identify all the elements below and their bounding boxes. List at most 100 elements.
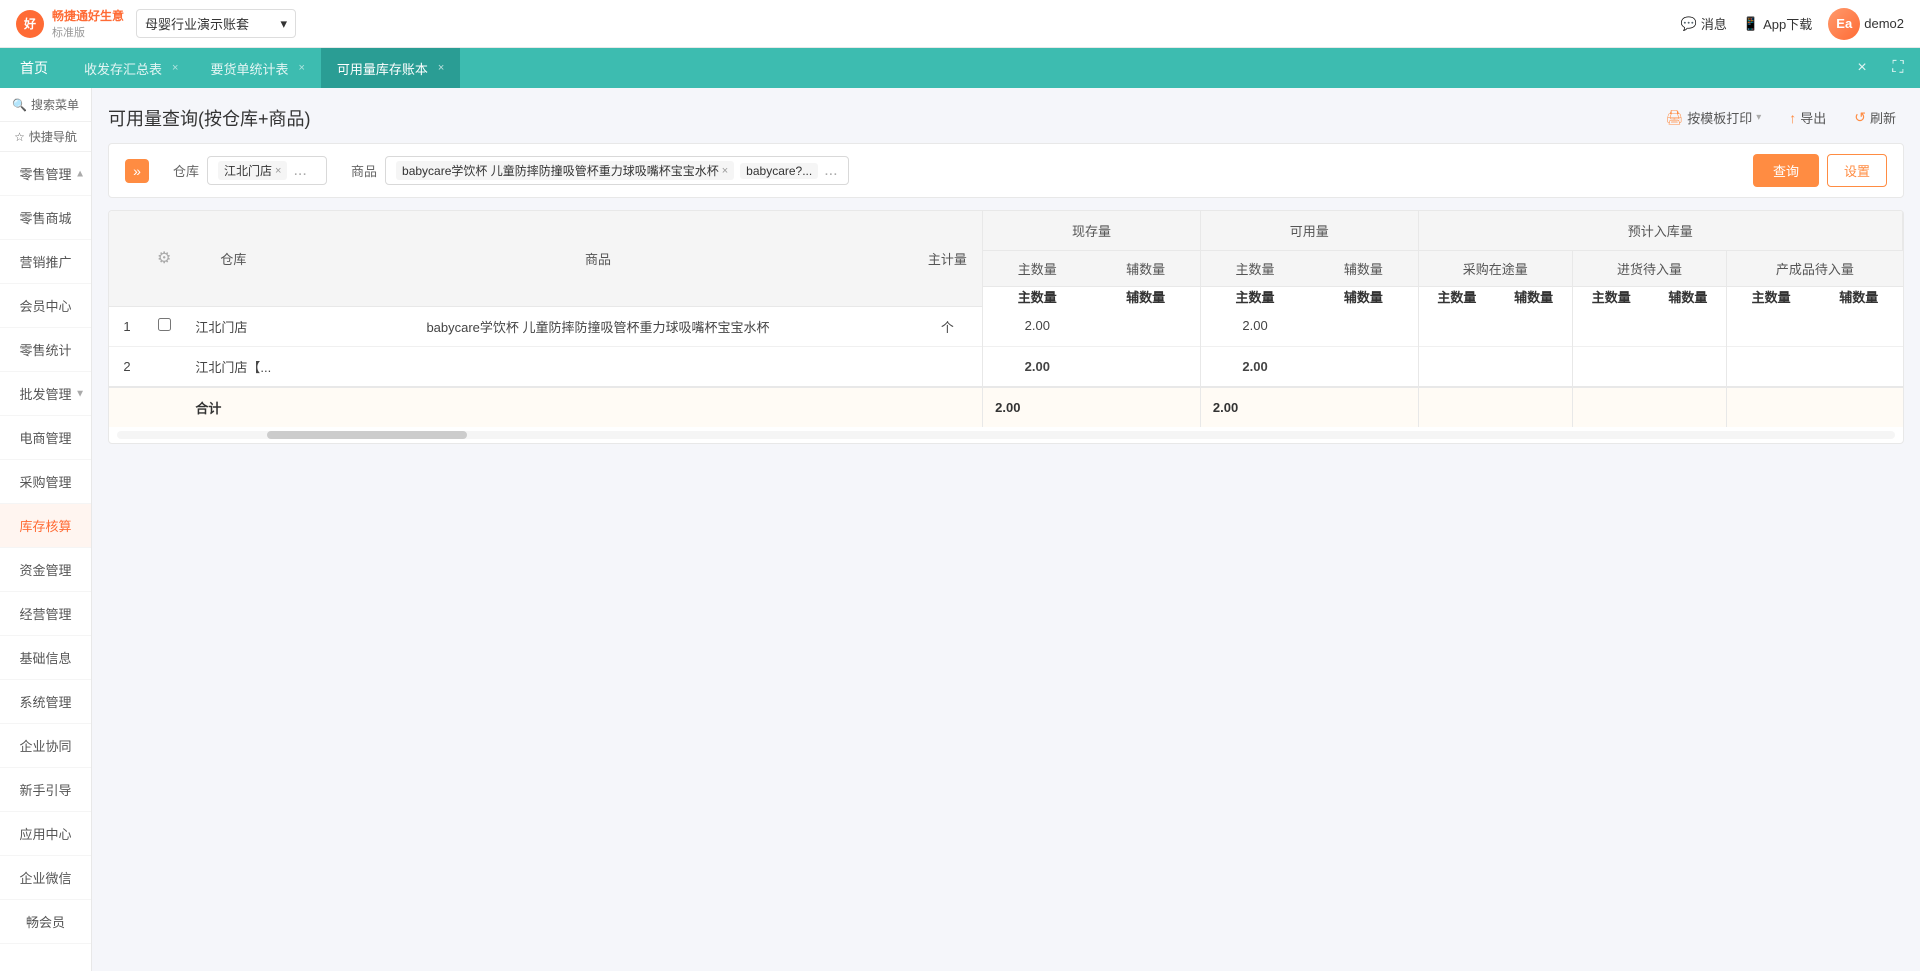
sidebar-item-newbie-label: 新手引导: [19, 780, 71, 799]
message-btn[interactable]: 💬 消息: [1681, 14, 1727, 33]
th-inbound-pending: 进货待入量: [1572, 251, 1726, 287]
product-input[interactable]: babycare学饮杯 儿童防摔防撞吸管杯重力球吸嘴杯宝宝水杯 × babyca…: [385, 156, 849, 185]
chevron-right-icon: ▲: [75, 168, 85, 179]
row2-product-aux: [1815, 346, 1902, 387]
sidebar-item-newbie[interactable]: 新手引导: [0, 768, 91, 812]
logo-icon: 好: [16, 10, 44, 38]
top-bar-left: 好 畅捷通好生意 标准版 母婴行业演示账套 ▾: [16, 7, 296, 40]
tab-shoufacun[interactable]: 收发存汇总表 ×: [68, 48, 194, 88]
search-icon: 🔍: [12, 98, 27, 112]
row2-unit: [913, 346, 983, 387]
tab-keyongliang-label: 可用量库存账本: [337, 59, 428, 78]
user-area[interactable]: Ea demo2: [1828, 8, 1904, 40]
warehouse-tag-remove[interactable]: ×: [275, 165, 281, 177]
warehouse-input[interactable]: 江北门店 × ...: [207, 156, 327, 185]
sidebar-item-enterprise-wechat-label: 企业微信: [19, 868, 71, 887]
product-filter-group: 商品 babycare学饮杯 儿童防摔防撞吸管杯重力球吸嘴杯宝宝水杯 × bab…: [351, 156, 849, 185]
sidebar-search-btn[interactable]: 🔍 搜索菜单: [0, 88, 91, 122]
product-tag1-remove[interactable]: ×: [722, 165, 728, 177]
row1-product-main: [1727, 306, 1815, 346]
chevron-down-icon: ▾: [280, 16, 287, 32]
sidebar-item-finance[interactable]: 资金管理: [0, 548, 91, 592]
th-main-unit: 主计量: [913, 211, 983, 306]
tab-expand-btn[interactable]: ⛶: [1884, 54, 1912, 82]
scrollbar-thumb[interactable]: [267, 431, 467, 439]
industry-selector-label: 母婴行业演示账套: [145, 14, 249, 33]
product-tag1: babycare学饮杯 儿童防摔防撞吸管杯重力球吸嘴杯宝宝水杯 ×: [396, 161, 734, 180]
footer-product-main: [1727, 387, 1815, 427]
tab-home[interactable]: 首页: [0, 48, 68, 88]
sidebar-item-retail-mgmt[interactable]: 零售管理 ▲: [0, 152, 91, 196]
sidebar-item-system[interactable]: 系统管理: [0, 680, 91, 724]
table-footer-row: 合计 2.00 2.00: [109, 387, 1903, 427]
sidebar-item-retail-store[interactable]: 零售商城: [0, 196, 91, 240]
settings-icon[interactable]: ⚙: [157, 250, 171, 267]
row1-checkbox[interactable]: [145, 306, 183, 346]
message-icon: 💬: [1681, 16, 1697, 32]
footer-product-aux: [1815, 387, 1902, 427]
sidebar-item-app-center[interactable]: 应用中心: [0, 812, 91, 856]
query-button[interactable]: 查询: [1753, 154, 1819, 187]
sidebar-item-inventory[interactable]: 库存核算: [0, 504, 91, 548]
tab-keyongliang-close[interactable]: ×: [438, 62, 444, 74]
main-layout: 🔍 搜索菜单 ☆ 快捷导航 零售管理 ▲ 零售商城 营销推广 会员中心 零售统计…: [0, 88, 1920, 971]
footer-inbound-aux: [1650, 387, 1727, 427]
filter-actions: 查询 设置: [1753, 154, 1887, 187]
tab-keyongliang[interactable]: 可用量库存账本 ×: [321, 48, 460, 88]
footer-purchase-aux: [1495, 387, 1572, 427]
sidebar-item-member-plus[interactable]: 畅会员: [0, 900, 91, 944]
app-download-btn[interactable]: 📱 App下载: [1743, 14, 1812, 33]
table-row: 2 江北门店【... 2.00 2.00: [109, 346, 1903, 387]
th-product-aux: 辅数量: [1815, 287, 1902, 307]
export-btn[interactable]: ↑ 导出: [1781, 104, 1834, 131]
tab-yaohuo[interactable]: 要货单统计表 ×: [194, 48, 320, 88]
row1-checkbox-input[interactable]: [158, 318, 171, 331]
sidebar-item-enterprise-wechat[interactable]: 企业微信: [0, 856, 91, 900]
logo-area: 好 畅捷通好生意 标准版: [16, 7, 124, 40]
logo-version: 标准版: [52, 24, 124, 40]
export-label: 导出: [1800, 108, 1826, 127]
product-more-dots[interactable]: ...: [824, 162, 837, 180]
nav-tabs-right: × ⛶: [1848, 48, 1920, 88]
row2-avail-main: 2.00: [1200, 346, 1309, 387]
filter-toggle-btn[interactable]: »: [125, 159, 149, 183]
sidebar-item-retail-store-label: 零售商城: [19, 208, 71, 227]
sidebar-item-enterprise-collab[interactable]: 企业协同: [0, 724, 91, 768]
scrollbar-area: [117, 431, 1895, 439]
warehouse-more-dots[interactable]: ...: [293, 162, 306, 180]
tab-shoufacun-close[interactable]: ×: [172, 62, 178, 74]
sidebar-item-wholesale[interactable]: 批发管理 ▼: [0, 372, 91, 416]
sidebar-item-member-label: 会员中心: [19, 296, 71, 315]
tab-yaohuo-close[interactable]: ×: [298, 62, 304, 74]
sidebar-item-marketing[interactable]: 营销推广: [0, 240, 91, 284]
refresh-btn[interactable]: ↺ 刷新: [1846, 104, 1904, 131]
sidebar-item-purchase[interactable]: 采购管理: [0, 460, 91, 504]
footer-empty1: [109, 387, 145, 427]
row1-stock-aux: [1092, 306, 1201, 346]
page-header: 可用量查询(按仓库+商品) 🖨 按模板打印 ▾ ↑ 导出 ↺ 刷新: [108, 104, 1904, 131]
top-bar: 好 畅捷通好生意 标准版 母婴行业演示账套 ▾ 💬 消息 📱 App下载 Ea …: [0, 0, 1920, 48]
row2-checkbox[interactable]: [145, 346, 183, 387]
th-estimated-in: 预计入库量: [1418, 211, 1902, 251]
row1-inbound-main: [1572, 306, 1649, 346]
row2-seq: 2: [109, 346, 145, 387]
data-table: ⚙ 仓库 商品 主计量 现存量 可用量 预计入库量 主数量 辅数量 主数量 辅数…: [109, 211, 1903, 427]
sidebar-item-basic-info[interactable]: 基础信息: [0, 636, 91, 680]
tab-close-all-btn[interactable]: ×: [1848, 54, 1876, 82]
settings-button[interactable]: 设置: [1827, 154, 1887, 187]
sidebar-item-operations[interactable]: 经营管理: [0, 592, 91, 636]
row1-purchase-aux: [1495, 306, 1572, 346]
industry-selector[interactable]: 母婴行业演示账套 ▾: [136, 9, 296, 38]
sidebar-item-ecommerce[interactable]: 电商管理: [0, 416, 91, 460]
th-gear[interactable]: ⚙: [145, 211, 183, 306]
sidebar-item-retail-stats[interactable]: 零售统计: [0, 328, 91, 372]
row1-inbound-aux: [1650, 306, 1727, 346]
sidebar-item-purchase-label: 采购管理: [19, 472, 71, 491]
row2-stock-aux: [1092, 346, 1201, 387]
footer-avail-main: 2.00: [1200, 387, 1309, 427]
th-product: 商品: [283, 211, 912, 306]
print-template-btn[interactable]: 🖨 按模板打印 ▾: [1657, 104, 1769, 131]
sidebar-item-system-label: 系统管理: [19, 692, 71, 711]
sidebar-quicknav-btn[interactable]: ☆ 快捷导航: [0, 122, 91, 152]
sidebar-item-member[interactable]: 会员中心: [0, 284, 91, 328]
